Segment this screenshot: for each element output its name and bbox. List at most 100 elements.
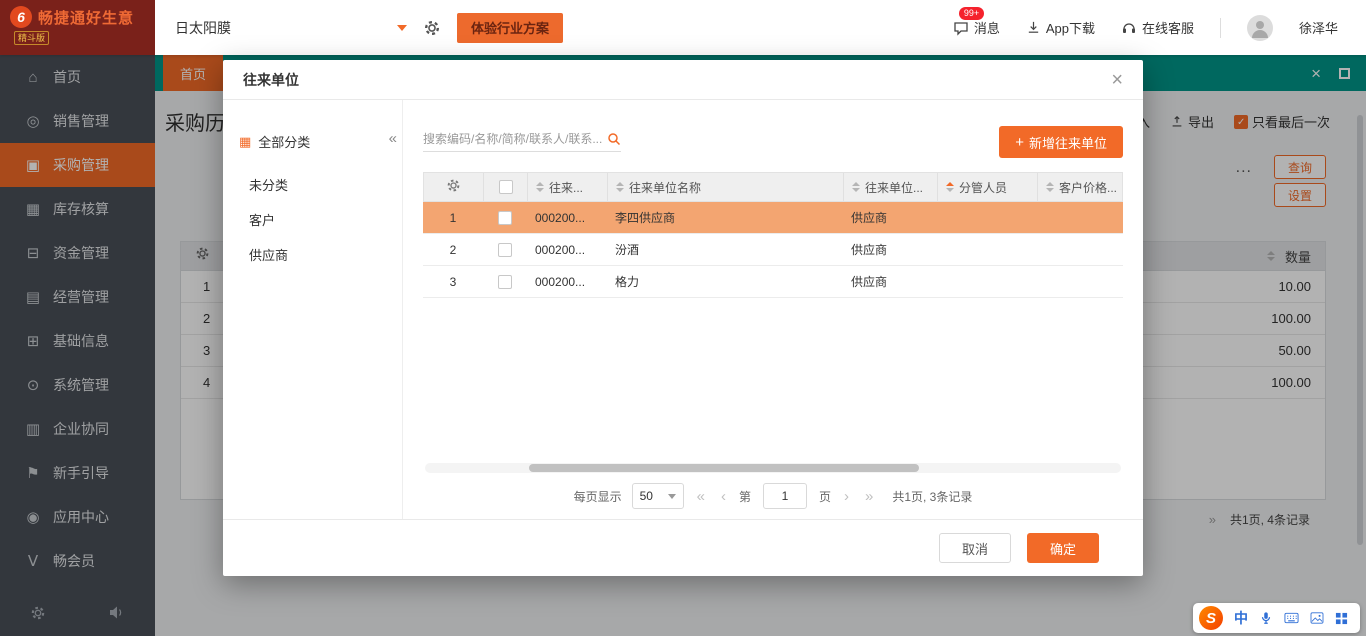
avatar[interactable] <box>1246 14 1273 41</box>
store-selector[interactable]: 日太阳膜 <box>175 18 407 38</box>
col-type-label: 往来单位... <box>865 180 924 195</box>
page-jump-prefix: 第 <box>738 489 751 504</box>
microphone-icon[interactable] <box>1259 611 1273 625</box>
sogou-logo-icon[interactable]: S <box>1199 606 1223 630</box>
pager-first-icon[interactable]: « <box>694 488 708 505</box>
modal-title: 往来单位 <box>243 71 299 88</box>
chevron-down-icon <box>397 24 407 31</box>
download-icon <box>1028 21 1039 33</box>
add-partner-label: 新增往来单位 <box>1028 135 1107 151</box>
category-panel: ▦ 全部分类 « 未分类 客户 供应商 <box>223 100 403 519</box>
modal-header: 往来单位 × <box>223 60 1143 100</box>
modal-pagination: 每页显示 50 « ‹ 第 页 › » 共1页, 3条记录 <box>423 473 1123 519</box>
sort-icon <box>852 182 860 192</box>
row-code: 000200... <box>535 242 586 257</box>
online-support-label: 在线客服 <box>1141 21 1194 36</box>
table-empty-area <box>423 298 1123 463</box>
confirm-button[interactable]: 确定 <box>1027 533 1099 563</box>
search-input[interactable] <box>423 132 607 146</box>
sort-icon-active <box>946 182 954 192</box>
col-code[interactable]: 往来... <box>528 173 608 201</box>
logo-title: 畅捷通好生意 <box>38 9 135 27</box>
modal-close-icon[interactable]: × <box>1111 70 1123 90</box>
row-code: 000200... <box>535 210 586 225</box>
col-manager[interactable]: 分管人员 <box>938 173 1038 201</box>
row-type: 供应商 <box>851 211 888 225</box>
row-name: 李四供应商 <box>615 211 676 225</box>
row-name: 格力 <box>615 275 640 289</box>
topbar: 6 畅捷通好生意 精斗版 日太阳膜 体验行业方案 99+ 消息 App下载 在线… <box>0 0 1366 55</box>
online-support-item[interactable]: 在线客服 <box>1121 18 1194 37</box>
app-download-label: App下载 <box>1045 21 1095 36</box>
sort-icon <box>1046 182 1054 192</box>
horizontal-scrollbar-thumb[interactable] <box>529 464 920 472</box>
row-code: 000200... <box>535 274 586 289</box>
cancel-button[interactable]: 取消 <box>939 533 1011 563</box>
page-jump-suffix: 页 <box>818 489 831 504</box>
chevron-down-icon <box>667 493 676 499</box>
message-icon <box>954 21 968 36</box>
page-jump-input[interactable] <box>762 483 807 509</box>
image-icon[interactable] <box>1310 612 1324 624</box>
keyboard-icon[interactable] <box>1284 612 1299 624</box>
column-gear-icon[interactable] <box>446 178 461 196</box>
row-type: 供应商 <box>851 243 888 257</box>
collapse-panel-button[interactable]: « <box>389 130 397 147</box>
row-index: 3 <box>449 274 457 289</box>
sort-icon <box>536 182 544 192</box>
pager-next-icon[interactable]: › <box>841 488 852 505</box>
ime-language-toggle[interactable]: 中 <box>1234 608 1248 628</box>
col-name[interactable]: 往来单位名称 <box>608 173 844 201</box>
logo-icon: 6 <box>10 6 32 28</box>
messages-label: 消息 <box>973 21 1000 36</box>
per-page-select[interactable]: 50 <box>631 483 684 509</box>
search-box <box>423 132 621 152</box>
category-all[interactable]: ▦ 全部分类 <box>223 132 402 151</box>
row-index: 1 <box>449 210 457 225</box>
logo: 6 畅捷通好生意 精斗版 <box>0 0 155 55</box>
plus-icon: + <box>1015 133 1024 151</box>
search-row: + 新增往来单位 <box>423 126 1123 158</box>
version-badge: 精斗版 <box>14 31 50 45</box>
search-icon[interactable] <box>607 132 621 146</box>
add-partner-button[interactable]: + 新增往来单位 <box>999 126 1123 158</box>
per-page-label: 每页显示 <box>573 489 622 504</box>
messages-item[interactable]: 99+ 消息 <box>953 7 1000 37</box>
partner-table: 往来... 往来单位名称 往来单位... 分管人员 客户价格... 1 0002… <box>423 172 1123 298</box>
app-root: 6 畅捷通好生意 精斗版 日太阳膜 体验行业方案 99+ 消息 App下载 在线… <box>0 0 1366 636</box>
col-price[interactable]: 客户价格... <box>1038 173 1122 201</box>
row-checkbox[interactable] <box>498 274 512 289</box>
app-download-item[interactable]: App下载 <box>1026 18 1095 37</box>
row-checkbox[interactable] <box>498 210 512 225</box>
col-type[interactable]: 往来单位... <box>844 173 938 201</box>
partner-modal: 往来单位 × ▦ 全部分类 « 未分类 客户 供应商 搜索编码/名称/简称/联系… <box>223 60 1143 576</box>
modal-body: ▦ 全部分类 « 未分类 客户 供应商 搜索编码/名称/简称/联系人/联系...… <box>223 100 1143 519</box>
category-all-label: 全部分类 <box>258 135 311 150</box>
partner-row-selected[interactable]: 1 000200... 李四供应商 供应商 <box>423 202 1123 234</box>
row-type: 供应商 <box>851 275 888 289</box>
partner-table-header: 往来... 往来单位名称 往来单位... 分管人员 客户价格... <box>423 172 1123 202</box>
col-price-label: 客户价格... <box>1059 180 1118 195</box>
topbar-divider <box>1219 17 1221 38</box>
topbar-right: 99+ 消息 App下载 在线客服 徐泽华 <box>953 7 1366 41</box>
col-code-label: 往来... <box>549 180 584 195</box>
username[interactable]: 徐泽华 <box>1299 18 1338 37</box>
modal-footer: 取消 确定 <box>223 519 1143 576</box>
category-item-customer[interactable]: 客户 <box>223 202 402 237</box>
category-grid-icon: ▦ <box>239 133 252 149</box>
category-item-unclassified[interactable]: 未分类 <box>223 167 402 202</box>
toolbox-grid-icon[interactable] <box>1335 612 1348 625</box>
messages-badge: 99+ <box>958 7 985 20</box>
partner-row[interactable]: 2 000200... 汾酒 供应商 <box>423 234 1123 266</box>
topbar-gear-icon[interactable] <box>423 19 441 37</box>
pager-prev-icon[interactable]: ‹ <box>718 488 729 505</box>
partner-row[interactable]: 3 000200... 格力 供应商 <box>423 266 1123 298</box>
category-item-supplier[interactable]: 供应商 <box>223 237 402 272</box>
pagination-summary: 共1页, 3条记录 <box>892 489 973 504</box>
ime-toolbar: S 中 <box>1193 603 1360 633</box>
row-checkbox[interactable] <box>498 242 512 257</box>
industry-solution-button[interactable]: 体验行业方案 <box>457 12 564 43</box>
pager-last-icon[interactable]: » <box>862 488 876 505</box>
select-all-checkbox[interactable] <box>498 180 513 194</box>
row-name: 汾酒 <box>615 243 640 257</box>
